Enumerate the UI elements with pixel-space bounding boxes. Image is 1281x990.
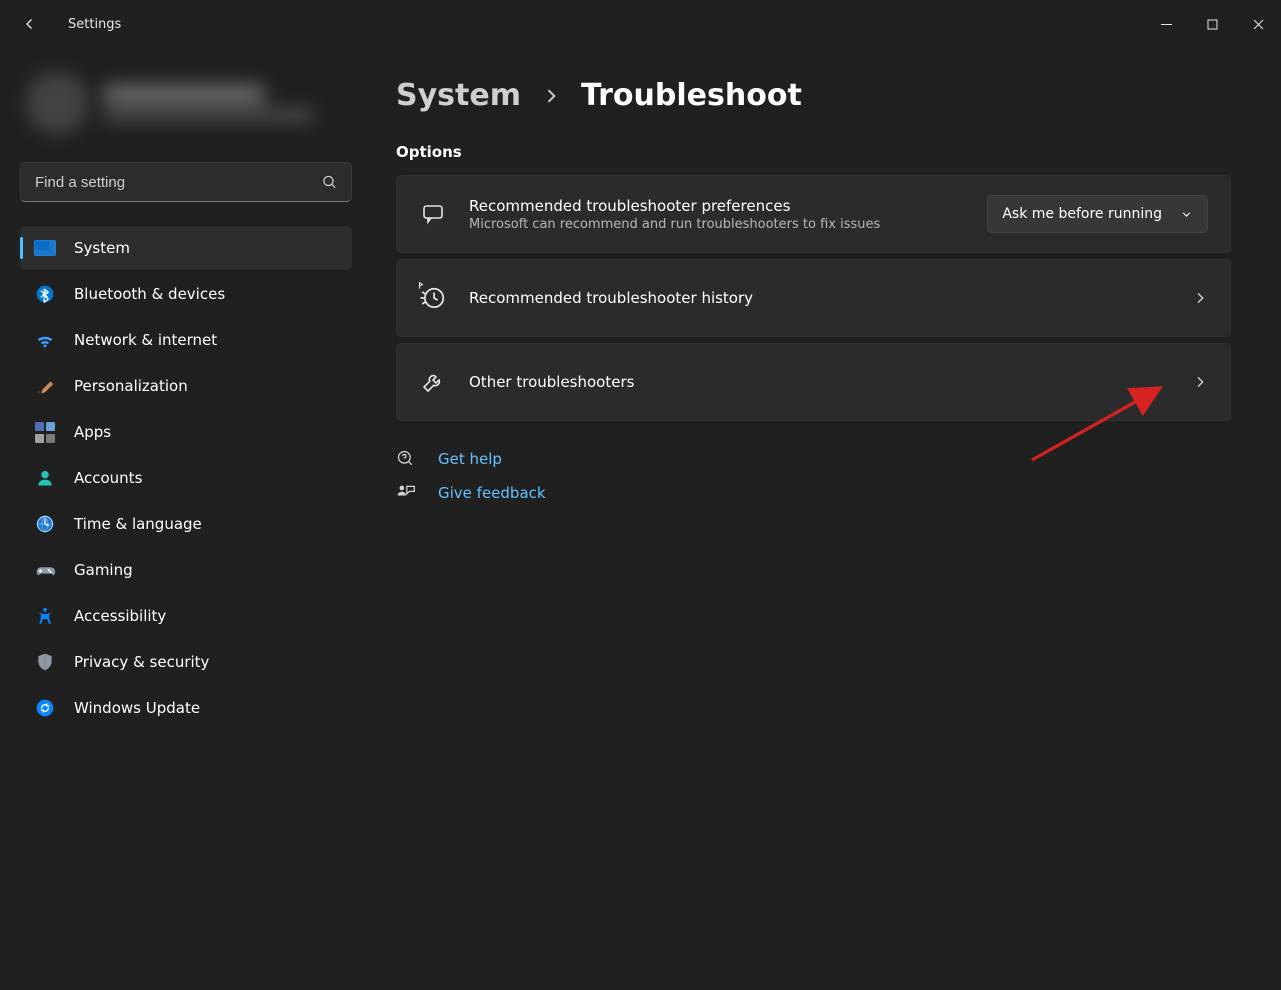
sidebar-item-label: Time & language — [74, 515, 202, 533]
clock-icon — [34, 513, 56, 535]
update-icon — [34, 697, 56, 719]
sidebar-item-label: Bluetooth & devices — [74, 285, 225, 303]
app-title: Settings — [68, 17, 121, 32]
titlebar: Settings — [0, 0, 1281, 48]
history-icon — [419, 284, 447, 312]
prefs-dropdown[interactable]: Ask me before running — [987, 195, 1208, 233]
maximize-button[interactable] — [1189, 8, 1235, 40]
accessibility-icon — [34, 605, 56, 627]
dropdown-value: Ask me before running — [1002, 206, 1162, 222]
sidebar-item-time-language[interactable]: Time & language — [20, 502, 352, 546]
back-button[interactable] — [14, 8, 46, 40]
card-troubleshooter-prefs[interactable]: Recommended troubleshooter preferences M… — [396, 175, 1231, 253]
sidebar-item-label: Gaming — [74, 561, 133, 579]
get-help-link[interactable]: Get help — [396, 449, 1231, 469]
sidebar-item-system[interactable]: System — [20, 226, 352, 270]
sidebar-item-label: System — [74, 239, 130, 257]
sidebar-item-label: Apps — [74, 423, 111, 441]
brush-icon — [34, 375, 56, 397]
sidebar-item-network[interactable]: Network & internet — [20, 318, 352, 362]
breadcrumb-current: Troubleshoot — [581, 78, 802, 113]
bluetooth-icon — [34, 283, 56, 305]
section-title: Options — [396, 143, 1231, 161]
card-troubleshooter-history[interactable]: Recommended troubleshooter history — [396, 259, 1231, 337]
sidebar-item-personalization[interactable]: Personalization — [20, 364, 352, 408]
wrench-icon — [419, 368, 447, 396]
help-icon — [396, 449, 416, 469]
sidebar-item-accessibility[interactable]: Accessibility — [20, 594, 352, 638]
sidebar-item-windows-update[interactable]: Windows Update — [20, 686, 352, 730]
feedback-icon — [396, 483, 416, 503]
sidebar-item-apps[interactable]: Apps — [20, 410, 352, 454]
card-title: Other troubleshooters — [469, 373, 1170, 391]
avatar — [26, 72, 88, 134]
sidebar: System Bluetooth & devices Network & int… — [0, 48, 360, 990]
wifi-icon — [34, 329, 56, 351]
sidebar-item-accounts[interactable]: Accounts — [20, 456, 352, 500]
sidebar-item-label: Privacy & security — [74, 653, 209, 671]
chevron-right-icon — [1192, 374, 1208, 390]
link-text[interactable]: Give feedback — [438, 484, 546, 502]
sidebar-item-label: Accounts — [74, 469, 142, 487]
account-area[interactable] — [20, 62, 352, 156]
card-subtitle: Microsoft can recommend and run troubles… — [469, 217, 965, 232]
shield-icon — [34, 651, 56, 673]
sidebar-item-gaming[interactable]: Gaming — [20, 548, 352, 592]
breadcrumb-parent[interactable]: System — [396, 78, 521, 113]
search-icon — [321, 174, 338, 191]
card-title: Recommended troubleshooter preferences — [469, 197, 965, 215]
search-input[interactable] — [20, 162, 352, 202]
sidebar-item-bluetooth[interactable]: Bluetooth & devices — [20, 272, 352, 316]
card-title: Recommended troubleshooter history — [469, 289, 1170, 307]
apps-icon — [34, 421, 56, 443]
sidebar-item-label: Network & internet — [74, 331, 217, 349]
content: System Troubleshoot Options Recommended … — [360, 48, 1281, 990]
system-icon — [34, 237, 56, 259]
chevron-down-icon — [1180, 208, 1193, 221]
sidebar-item-label: Personalization — [74, 377, 188, 395]
sidebar-item-privacy[interactable]: Privacy & security — [20, 640, 352, 684]
breadcrumb: System Troubleshoot — [396, 78, 1231, 113]
card-other-troubleshooters[interactable]: Other troubleshooters — [396, 343, 1231, 421]
close-button[interactable] — [1235, 8, 1281, 40]
chat-icon — [419, 200, 447, 228]
sidebar-item-label: Windows Update — [74, 699, 200, 717]
chevron-right-icon — [1192, 290, 1208, 306]
chevron-right-icon — [541, 86, 561, 106]
sidebar-item-label: Accessibility — [74, 607, 166, 625]
minimize-button[interactable] — [1143, 8, 1189, 40]
link-text[interactable]: Get help — [438, 450, 502, 468]
give-feedback-link[interactable]: Give feedback — [396, 483, 1231, 503]
account-icon — [34, 467, 56, 489]
game-icon — [34, 559, 56, 581]
